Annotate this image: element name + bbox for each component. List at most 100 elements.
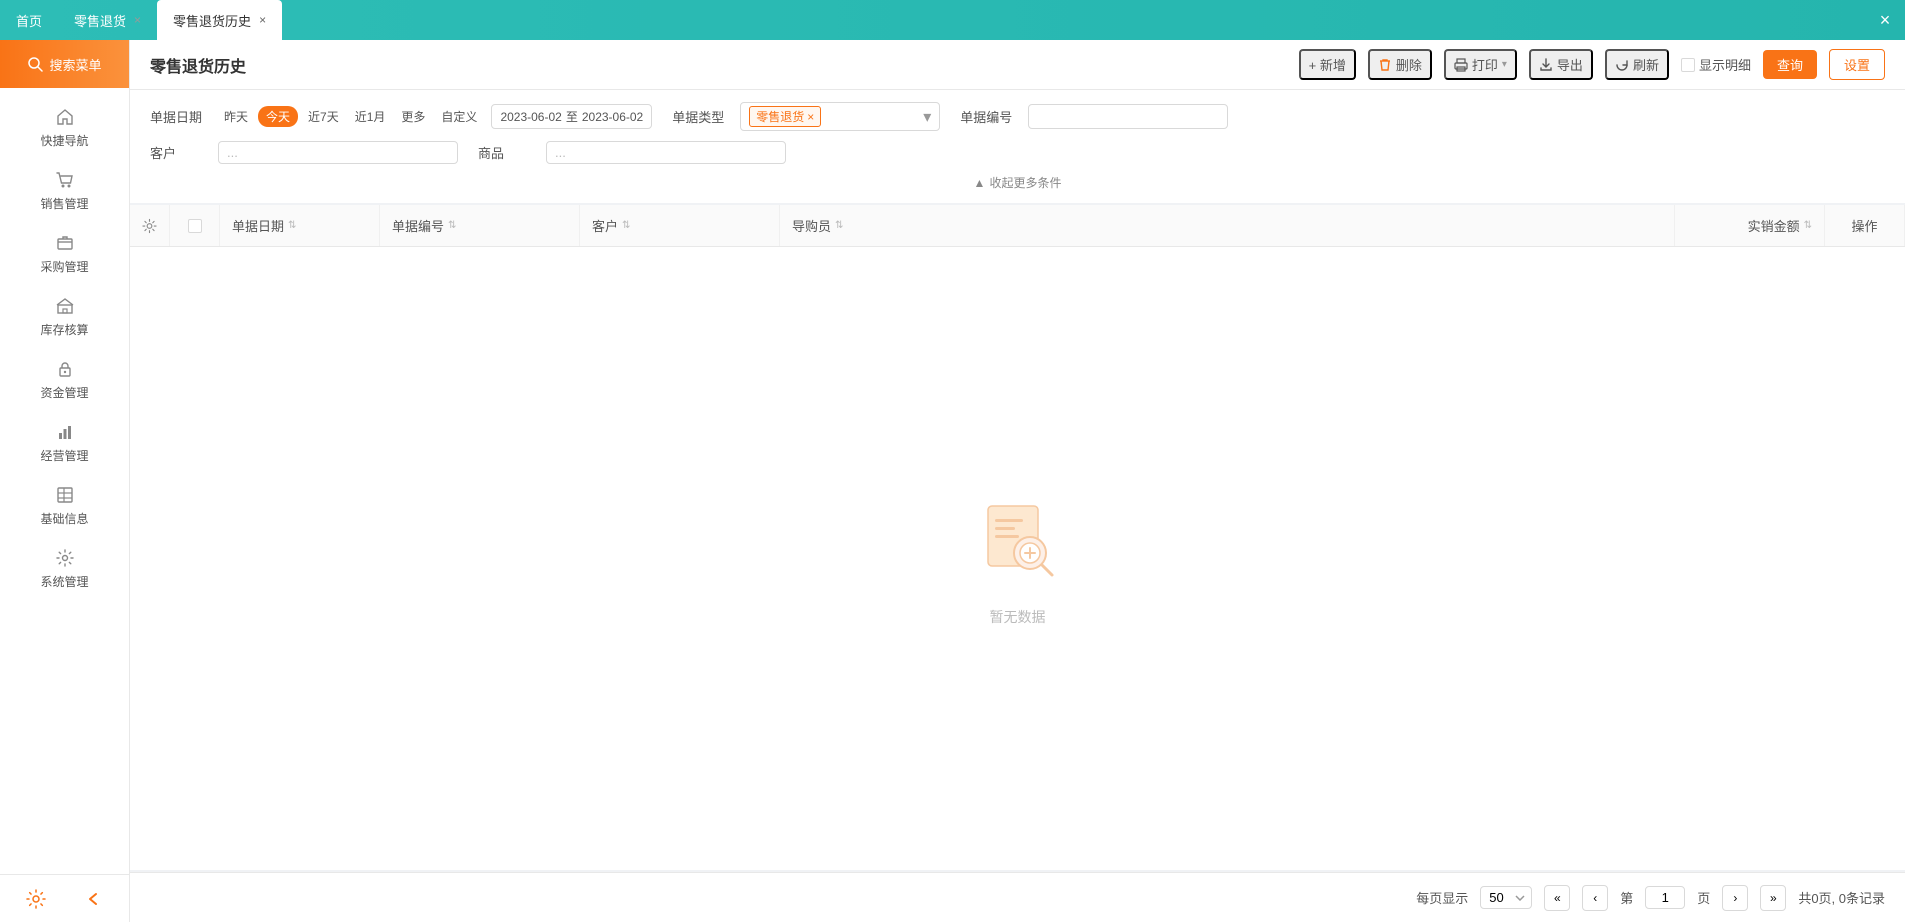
bill-date-label: 单据日期 [150, 107, 210, 126]
refresh-button[interactable]: 刷新 [1605, 49, 1669, 80]
delete-icon [1378, 58, 1392, 72]
show-detail-toggle[interactable]: 显示明细 [1681, 55, 1751, 74]
sort-guide-icon[interactable]: ⇅ [835, 220, 843, 231]
home-icon [54, 106, 76, 128]
box-icon [54, 232, 76, 254]
settings-icon [54, 547, 76, 569]
sidebar-item-inventory[interactable]: 库存核算 [0, 285, 129, 348]
filter-area: 单据日期 昨天 今天 近7天 近1月 更多 自定义 2023-06-02 至 2… [130, 90, 1905, 203]
query-button[interactable]: 查询 [1763, 50, 1817, 79]
sidebar-item-sales[interactable]: 销售管理 [0, 159, 129, 222]
th-customer[interactable]: 客户 ⇅ [580, 205, 780, 246]
show-detail-checkbox[interactable] [1681, 58, 1695, 72]
sidebar-item-label: 库存核算 [40, 321, 88, 338]
content-area: 零售退货历史 + 新增 删除 [130, 40, 1905, 922]
empty-state: 暂无数据 [130, 247, 1905, 870]
print-icon [1454, 58, 1468, 72]
date-btn-7days[interactable]: 近7天 [302, 106, 345, 127]
sidebar-collapse-button[interactable] [77, 883, 109, 915]
th-checkbox[interactable] [170, 205, 220, 246]
sidebar-item-label: 系统管理 [40, 573, 88, 590]
th-amount-label: 实销金额 [1748, 216, 1800, 235]
goods-select[interactable]: ... [546, 141, 786, 164]
delete-button[interactable]: 删除 [1368, 49, 1432, 80]
sidebar-item-label: 资金管理 [40, 384, 88, 401]
sort-customer-icon[interactable]: ⇅ [622, 220, 630, 231]
th-bill-no[interactable]: 单据编号 ⇅ [380, 205, 580, 246]
tab-retail-return-close[interactable]: × [134, 13, 141, 27]
table-icon [54, 484, 76, 506]
date-end: 2023-06-02 [582, 110, 643, 124]
export-button[interactable]: 导出 [1529, 49, 1593, 80]
sidebar-item-quick-nav[interactable]: 快捷导航 [0, 96, 129, 159]
page-title: 零售退货历史 [150, 53, 246, 77]
date-btn-yesterday[interactable]: 昨天 [218, 106, 254, 127]
show-detail-label: 显示明细 [1699, 55, 1751, 74]
bill-type-remove[interactable]: × [807, 110, 814, 124]
sidebar-item-system[interactable]: 系统管理 [0, 537, 129, 600]
per-page-select[interactable]: 50 10 20 100 [1480, 886, 1532, 909]
bill-number-input[interactable] [1028, 104, 1228, 129]
th-op: 操作 [1825, 205, 1905, 246]
th-customer-label: 客户 [592, 216, 618, 235]
sidebar-item-label: 经营管理 [40, 447, 88, 464]
sort-amount-icon[interactable]: ⇅ [1804, 220, 1812, 231]
bill-type-select[interactable]: 零售退货 × ▾ [740, 102, 940, 131]
sidebar-item-basic-info[interactable]: 基础信息 [0, 474, 129, 537]
tab-retail-return[interactable]: 零售退货 × [58, 0, 157, 40]
date-btn-today[interactable]: 今天 [258, 106, 298, 127]
filter-goods: 商品 ... [478, 141, 786, 164]
page-actions: + 新增 删除 打印 ▾ [1299, 49, 1885, 80]
sidebar-search-button[interactable]: 搜索菜单 [0, 40, 129, 88]
sidebar-item-operations[interactable]: 经营管理 [0, 411, 129, 474]
add-button[interactable]: + 新增 [1299, 49, 1356, 80]
tab-home[interactable]: 首页 [0, 0, 58, 40]
sort-bill-icon[interactable]: ⇅ [448, 220, 456, 231]
goods-placeholder: ... [555, 145, 566, 160]
tab-retail-return-history-close[interactable]: × [259, 13, 266, 27]
tab-retail-return-history[interactable]: 零售退货历史 × [157, 0, 282, 40]
sidebar-item-finance[interactable]: 资金管理 [0, 348, 129, 411]
collapse-label: 收起更多条件 [989, 174, 1061, 191]
sidebar-item-purchase[interactable]: 采购管理 [0, 222, 129, 285]
prev-page-button[interactable]: ‹ [1582, 885, 1608, 911]
empty-illustration [968, 491, 1068, 591]
filter-bill-number: 单据编号 [960, 104, 1228, 129]
th-guide-label: 导购员 [792, 216, 831, 235]
first-page-button[interactable]: « [1544, 885, 1570, 911]
cart-icon [54, 169, 76, 191]
page-unit: 页 [1697, 888, 1710, 907]
bill-type-tag: 零售退货 × [749, 106, 821, 127]
th-guide[interactable]: 导购员 ⇅ [780, 205, 1675, 246]
tab-list: 首页 零售退货 × 零售退货历史 × [0, 0, 1865, 40]
chart-icon [54, 421, 76, 443]
sort-date-icon[interactable]: ⇅ [288, 220, 296, 231]
date-btn-custom[interactable]: 自定义 [435, 106, 483, 127]
last-page-button[interactable]: » [1760, 885, 1786, 911]
th-settings[interactable] [130, 205, 170, 246]
customer-label: 客户 [150, 143, 210, 162]
search-icon [27, 56, 43, 72]
date-btn-1month[interactable]: 近1月 [349, 106, 392, 127]
filter-row-1: 单据日期 昨天 今天 近7天 近1月 更多 自定义 2023-06-02 至 2… [150, 102, 1885, 131]
settings-button[interactable]: 设置 [1829, 49, 1885, 80]
date-input-range[interactable]: 2023-06-02 至 2023-06-02 [491, 104, 652, 129]
tab-home-label: 首页 [16, 11, 42, 30]
print-button[interactable]: 打印 ▾ [1444, 49, 1517, 80]
page-number-input[interactable] [1645, 886, 1685, 909]
header-checkbox[interactable] [188, 219, 202, 233]
th-date[interactable]: 单据日期 ⇅ [220, 205, 380, 246]
next-page-button[interactable]: › [1722, 885, 1748, 911]
th-amount[interactable]: 实销金额 ⇅ [1675, 205, 1825, 246]
table-container: 单据日期 ⇅ 单据编号 ⇅ 客户 ⇅ 导购员 ⇅ 实销金额 ⇅ [130, 205, 1905, 870]
collapse-button[interactable]: ▲ 收起更多条件 [150, 174, 1885, 191]
sidebar-settings-button[interactable] [20, 883, 52, 915]
customer-select[interactable]: ... [218, 141, 458, 164]
delete-label: 删除 [1396, 55, 1422, 74]
date-btn-more[interactable]: 更多 [395, 106, 431, 127]
warehouse-icon [54, 295, 76, 317]
window-close-button[interactable]: × [1865, 0, 1905, 40]
first-page-icon: « [1554, 891, 1561, 905]
page-header: 零售退货历史 + 新增 删除 [130, 40, 1905, 90]
date-start: 2023-06-02 [500, 110, 561, 124]
